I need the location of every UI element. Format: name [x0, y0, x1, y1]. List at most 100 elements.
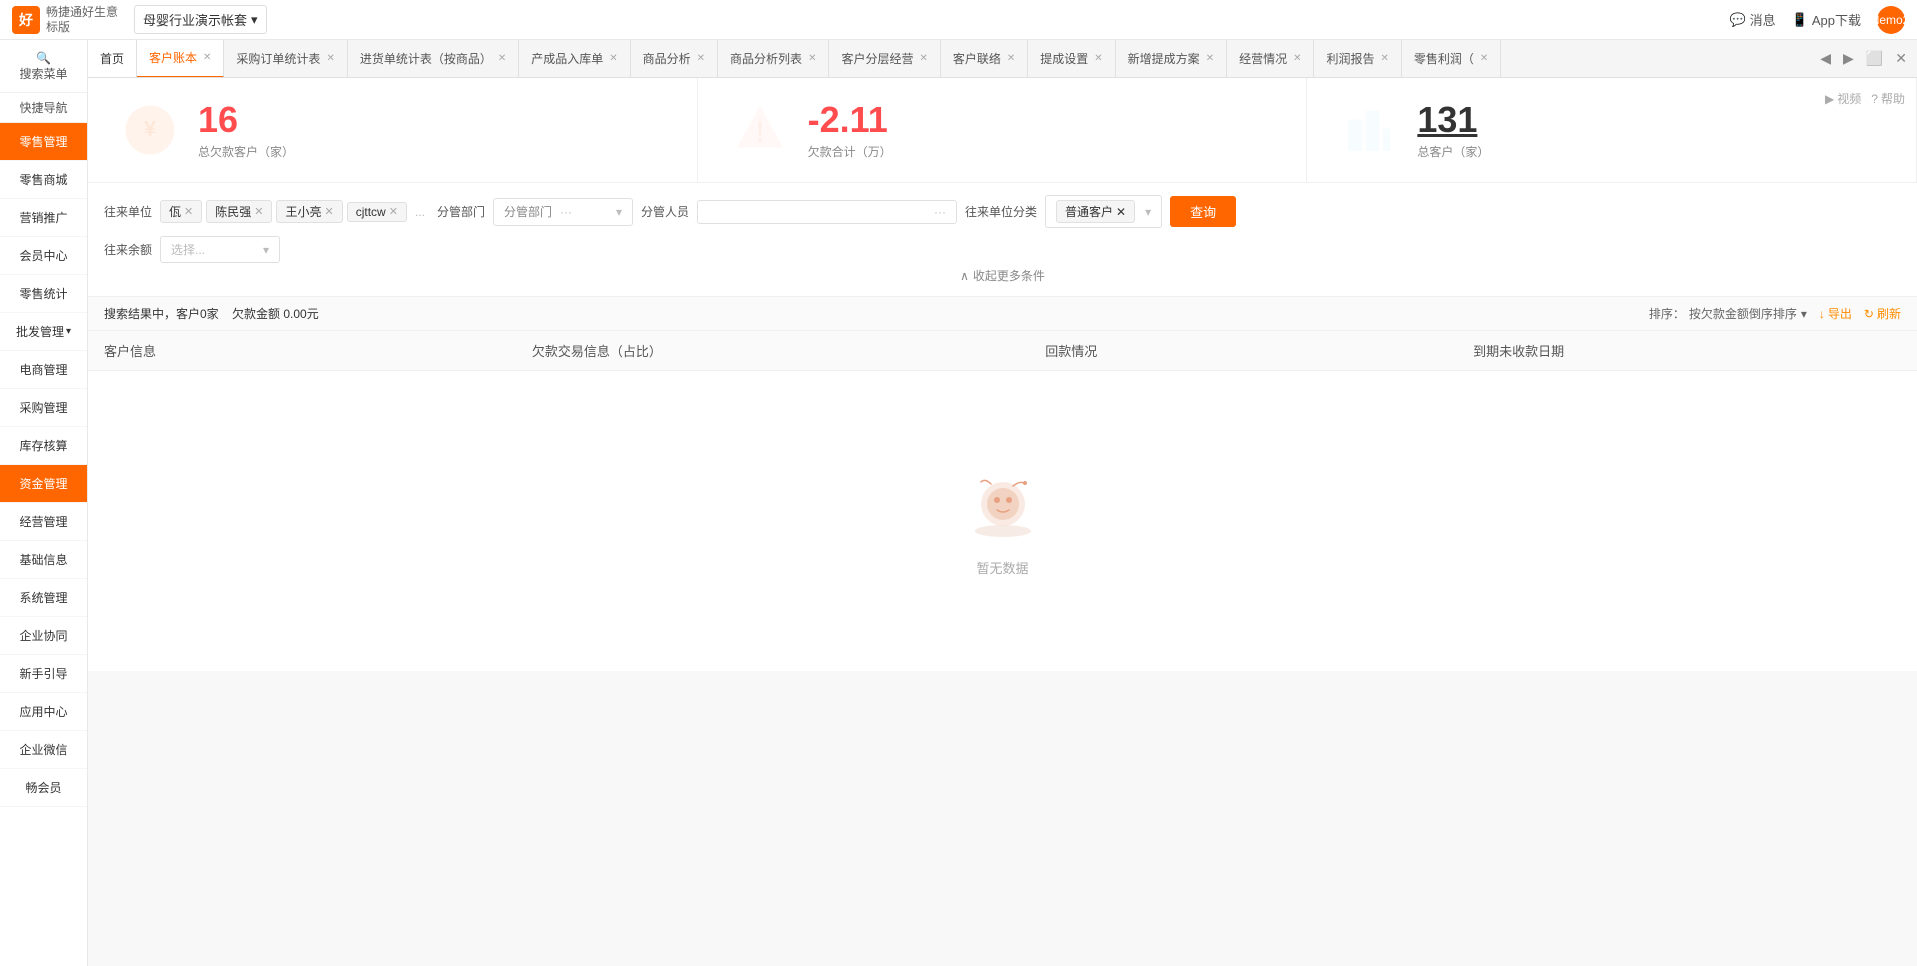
sidebar-item-inventory[interactable]: 库存核算: [0, 427, 87, 465]
sidebar-item-premium-member[interactable]: 畅会员: [0, 769, 87, 807]
refresh-btn[interactable]: ↻ 刷新: [1864, 305, 1901, 322]
sidebar-quick-nav[interactable]: 快捷导航: [0, 93, 87, 123]
tab-purchase-order-stat[interactable]: 采购订单统计表 ✕: [224, 40, 347, 78]
unit-class-select[interactable]: 普通客户 ✕ ▾: [1045, 195, 1162, 228]
unit-class-arrow: ▾: [1145, 205, 1151, 219]
export-btn[interactable]: ↓ 导出: [1819, 305, 1852, 322]
sidebar-item-purchase-mgmt[interactable]: 采购管理: [0, 389, 87, 427]
chevron-down-icon: ▾: [66, 326, 71, 337]
tab-customer-contact[interactable]: 客户联络 ✕: [941, 40, 1028, 78]
main-layout: 🔍 搜索菜单 快捷导航 零售管理 零售商城 营销推广 会员中心 零售统计 批发管…: [0, 40, 1917, 966]
stat-help-area: ▶ 视频 ? 帮助: [1825, 90, 1905, 107]
tab-retail-profit[interactable]: 零售利润（ ✕: [1402, 40, 1501, 78]
tab-customer-segment[interactable]: 客户分层经营 ✕: [829, 40, 940, 78]
tab-customer-book[interactable]: 客户账本 ✕: [137, 40, 224, 78]
filter-more-btn[interactable]: ...: [411, 203, 429, 221]
video-icon: ▶: [1825, 92, 1834, 106]
person-select[interactable]: ···: [697, 200, 957, 224]
tab-new-improve-plan[interactable]: 新增提成方案 ✕: [1116, 40, 1227, 78]
tab-close-goods-in-stat[interactable]: ✕: [498, 53, 506, 64]
tab-profit-report[interactable]: 利润报告 ✕: [1314, 40, 1401, 78]
svg-text:¥: ¥: [144, 117, 156, 140]
tab-goods-analysis-list[interactable]: 商品分析列表 ✕: [718, 40, 829, 78]
app-download-btn[interactable]: 📱 App下载: [1792, 10, 1861, 29]
video-help-btn[interactable]: ▶ 视频: [1825, 90, 1861, 107]
sidebar-item-basic-info[interactable]: 基础信息: [0, 541, 87, 579]
unit-class-tag-close[interactable]: ✕: [1116, 205, 1126, 219]
tab-close-improve-settings[interactable]: ✕: [1094, 53, 1102, 64]
help-btn[interactable]: ? 帮助: [1871, 90, 1905, 107]
result-bar: 搜索结果中，客户0家 欠款金额 0.00元 排序： 按欠款金额倒序排序 ▾ ↓ …: [88, 297, 1917, 331]
tag-close-3[interactable]: ✕: [389, 205, 398, 218]
tab-next-arrow[interactable]: ▶: [1839, 48, 1858, 69]
sidebar-item-enterprise-wechat[interactable]: 企业微信: [0, 731, 87, 769]
sidebar-item-ecommerce-mgmt[interactable]: 电商管理: [0, 351, 87, 389]
tab-close-all-icon[interactable]: ✕: [1891, 48, 1911, 69]
tab-home[interactable]: 首页: [88, 40, 137, 78]
tab-close-customer-book[interactable]: ✕: [203, 52, 211, 63]
tab-improve-settings[interactable]: 提成设置 ✕: [1028, 40, 1115, 78]
tab-close-goods-analysis[interactable]: ✕: [697, 53, 705, 64]
tab-close-customer-contact[interactable]: ✕: [1007, 53, 1015, 64]
tab-close-profit-report[interactable]: ✕: [1381, 53, 1389, 64]
tab-close-operation-status[interactable]: ✕: [1293, 53, 1301, 64]
debt-customers-icon: ¥: [118, 98, 182, 162]
tab-close-new-improve-plan[interactable]: ✕: [1206, 53, 1214, 64]
result-sort[interactable]: 排序： 按欠款金额倒序排序 ▾: [1649, 305, 1807, 322]
tag-close-2[interactable]: ✕: [325, 205, 334, 218]
dept-select[interactable]: 分管部门 ··· ▾: [493, 198, 633, 226]
sidebar-search[interactable]: 🔍 搜索菜单: [0, 40, 87, 93]
balance-label: 往来余额: [104, 241, 152, 258]
sidebar-item-wholesale-mgmt[interactable]: 批发管理 ▾: [0, 313, 87, 351]
empty-state: 暂无数据: [963, 466, 1043, 577]
logo-icon: 好: [12, 6, 40, 34]
tab-close-customer-segment[interactable]: ✕: [919, 53, 927, 64]
tab-close-retail-profit[interactable]: ✕: [1480, 53, 1488, 64]
total-customers-value[interactable]: 131: [1417, 100, 1489, 140]
debt-amount-info: -2.11 欠款合计（万）: [808, 100, 892, 161]
tab-goods-in-stat[interactable]: 进货单统计表（按商品） ✕: [348, 40, 519, 78]
balance-select[interactable]: 选择... ▾: [160, 236, 280, 263]
topbar-left: 好 畅捷通好生意 标版 母婴行业演示帐套 ▾: [12, 5, 267, 34]
stat-card-debt-amount: -2.11 欠款合计（万）: [698, 78, 1308, 182]
sidebar-item-retail-mgmt[interactable]: 零售管理: [0, 123, 87, 161]
query-btn[interactable]: 查询: [1170, 196, 1236, 227]
sidebar-item-enterprise-collab[interactable]: 企业协同: [0, 617, 87, 655]
col-overdue-date: 到期未收款日期: [1473, 341, 1901, 360]
collapse-btn[interactable]: ∧ 收起更多条件: [960, 267, 1045, 284]
sidebar-item-fund-mgmt[interactable]: 资金管理: [0, 465, 87, 503]
topbar: 好 畅捷通好生意 标版 母婴行业演示帐套 ▾ 💬 消息 📱 App下载 demo…: [0, 0, 1917, 40]
sidebar-item-operation-mgmt[interactable]: 经营管理: [0, 503, 87, 541]
tab-prev-arrow[interactable]: ◀: [1816, 48, 1835, 69]
tab-product-in[interactable]: 产成品入库单 ✕: [519, 40, 630, 78]
page-content: ¥ 16 总欠款客户（家）: [88, 78, 1917, 966]
col-repayment: 回款情况: [1045, 341, 1473, 360]
sidebar-item-app-center[interactable]: 应用中心: [0, 693, 87, 731]
empty-icon: [963, 466, 1043, 546]
store-selector[interactable]: 母婴行业演示帐套 ▾: [134, 5, 267, 34]
person-label: 分管人员: [641, 203, 689, 220]
tab-close-product-in[interactable]: ✕: [609, 53, 617, 64]
tab-maximize-icon[interactable]: ⬜: [1862, 48, 1887, 69]
sidebar-item-system-mgmt[interactable]: 系统管理: [0, 579, 87, 617]
logo-text: 畅捷通好生意 标版: [46, 5, 118, 34]
sidebar-item-retail-stats[interactable]: 零售统计: [0, 275, 87, 313]
tag-close-0[interactable]: ✕: [184, 205, 193, 218]
tab-close-goods-analysis-list[interactable]: ✕: [808, 53, 816, 64]
tag-close-1[interactable]: ✕: [254, 205, 263, 218]
debt-amount-value: -2.11: [808, 100, 892, 140]
sidebar-item-retail-mall[interactable]: 零售商城: [0, 161, 87, 199]
avatar[interactable]: demo2: [1877, 6, 1905, 34]
total-customers-info: 131 总客户（家）: [1417, 100, 1489, 161]
sidebar-item-member-center[interactable]: 会员中心: [0, 237, 87, 275]
tab-goods-analysis[interactable]: 商品分析 ✕: [631, 40, 718, 78]
content-area: 首页 客户账本 ✕ 采购订单统计表 ✕ 进货单统计表（按商品） ✕ 产成品入库单…: [88, 40, 1917, 966]
sidebar-item-marketing[interactable]: 营销推广: [0, 199, 87, 237]
col-debt-info: 欠款交易信息（占比）: [532, 341, 1045, 360]
tab-operation-status[interactable]: 经营情况 ✕: [1227, 40, 1314, 78]
message-btn[interactable]: 💬 消息: [1729, 10, 1775, 29]
filter-area: 往来单位 佤 ✕ 陈民强 ✕ 王小亮 ✕: [88, 183, 1917, 297]
tab-close-purchase-order-stat[interactable]: ✕: [326, 53, 334, 64]
unit-class-tag: 普通客户 ✕: [1056, 200, 1135, 223]
sidebar-item-new-guide[interactable]: 新手引导: [0, 655, 87, 693]
